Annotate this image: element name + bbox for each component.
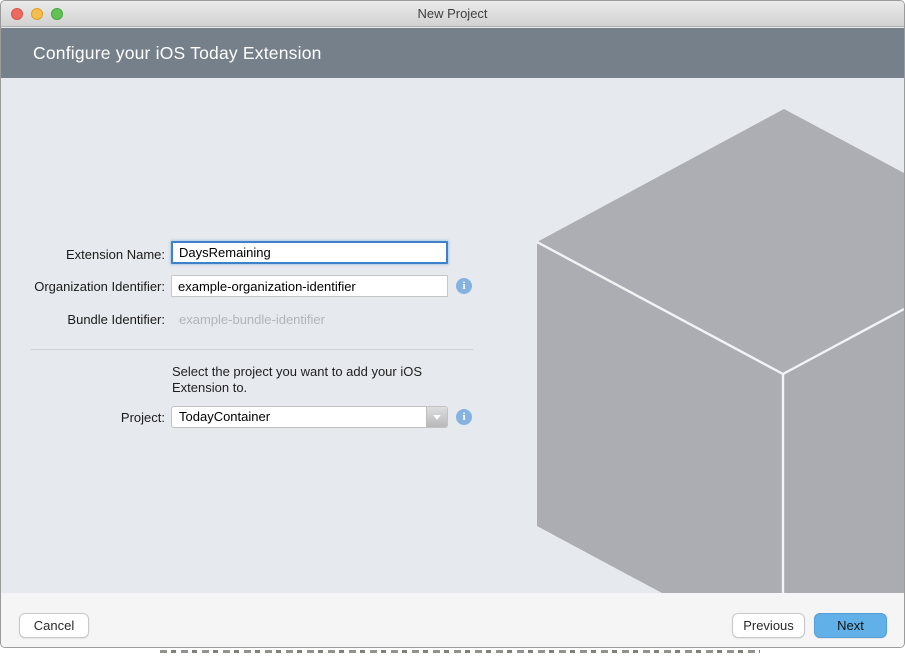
info-icon[interactable]: i [456,278,472,294]
dropdown-button[interactable] [426,407,447,427]
title-bar[interactable]: New Project [1,1,904,27]
cube-graphic [0,78,904,593]
cancel-button[interactable]: Cancel [19,613,89,638]
close-icon[interactable] [11,8,23,20]
project-info-icon[interactable]: i [456,409,472,425]
project-help-text: Select the project you want to add your … [172,364,456,396]
extension-name-input[interactable] [171,241,448,264]
divider [31,349,473,350]
project-dropdown[interactable]: TodayContainer [171,406,448,428]
new-project-window: New Project Configure your iOS Today Ext… [0,0,905,648]
organization-identifier-input[interactable] [171,275,448,297]
wizard-footer: Cancel Previous Next [1,593,904,648]
extension-name-label: Extension Name: [15,247,165,262]
window-title: New Project [1,1,904,27]
wizard-header: Configure your iOS Today Extension [1,28,904,78]
organization-identifier-label: Organization Identifier: [15,279,165,294]
wizard-content: Extension Name: Organization Identifier:… [1,78,904,593]
bundle-identifier-value: example-bundle-identifier [179,312,325,327]
background-page-strip [0,648,905,657]
page-title: Configure your iOS Today Extension [33,28,322,78]
previous-button[interactable]: Previous [732,613,805,638]
screen: New Project Configure your iOS Today Ext… [0,0,905,657]
clipped-background-text [160,650,760,653]
project-label: Project: [15,410,165,425]
next-button[interactable]: Next [814,613,887,638]
bundle-identifier-label: Bundle Identifier: [15,312,165,327]
project-dropdown-value: TodayContainer [179,407,270,427]
minimize-icon[interactable] [31,8,43,20]
zoom-icon[interactable] [51,8,63,20]
chevron-down-icon [433,415,441,420]
